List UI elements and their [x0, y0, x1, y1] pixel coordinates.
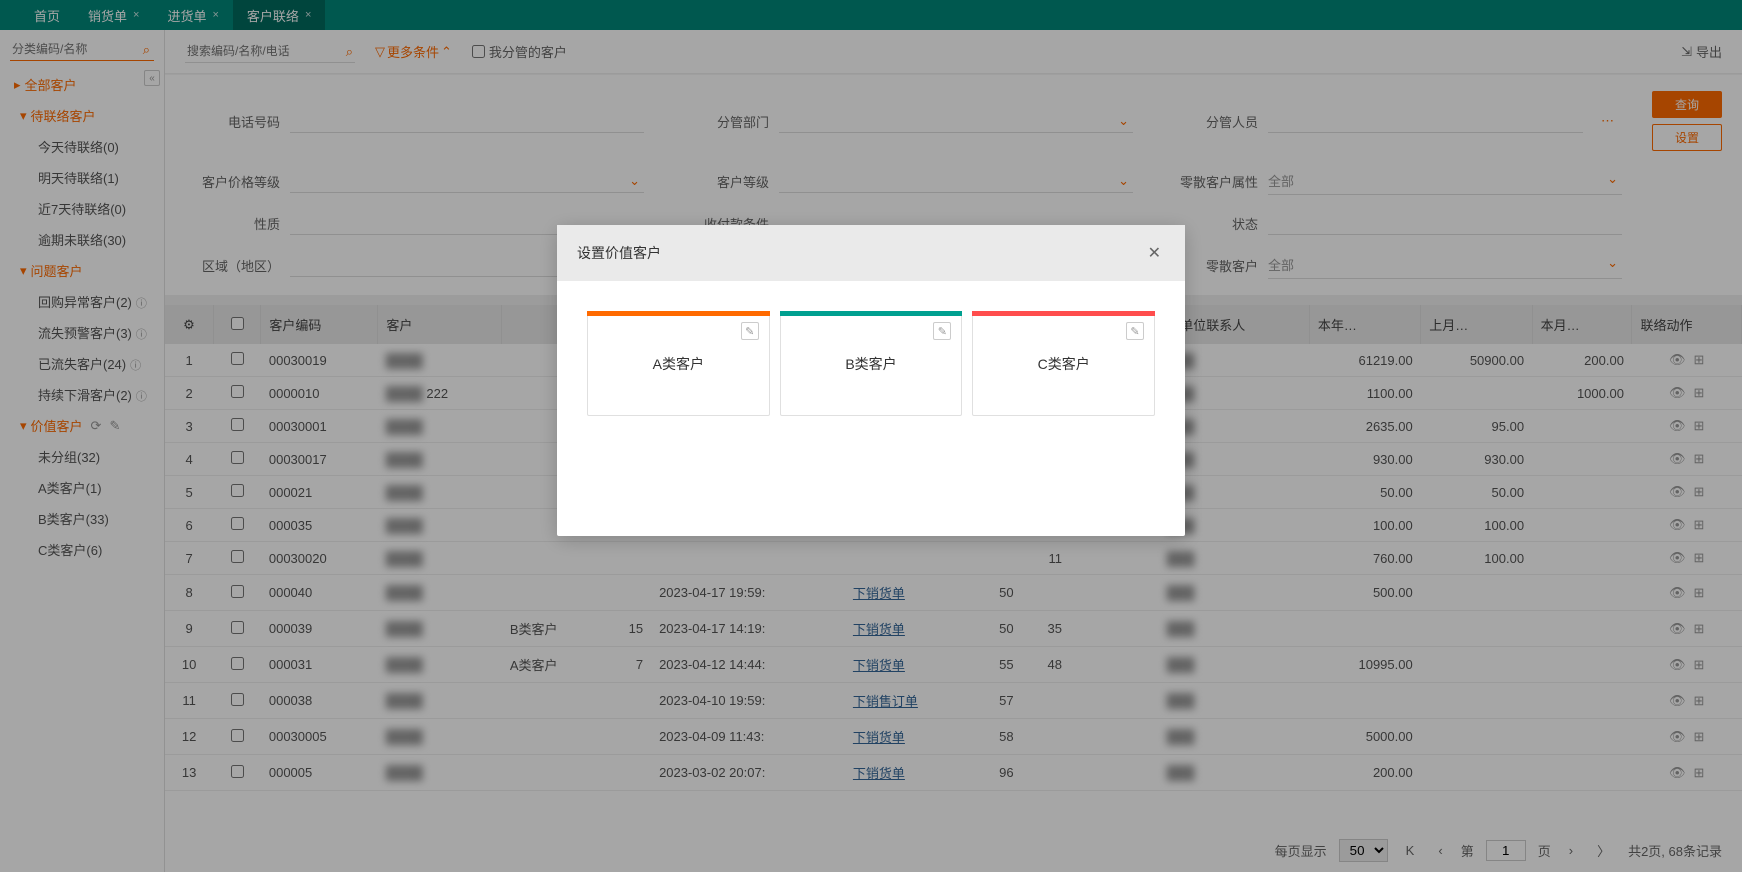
edit-icon[interactable]: ✎: [741, 322, 759, 340]
value-card-c[interactable]: ✎ C类客户: [972, 311, 1155, 416]
card-label: C类客户: [1038, 354, 1090, 374]
value-card-a[interactable]: ✎ A类客户: [587, 311, 770, 416]
close-icon[interactable]: ✕: [1144, 239, 1165, 267]
value-customer-modal: 设置价值客户 ✕ ✎ A类客户 ✎ B类客户 ✎ C类客户: [557, 225, 1185, 536]
card-label: A类客户: [653, 354, 704, 374]
edit-icon[interactable]: ✎: [933, 322, 951, 340]
value-card-b[interactable]: ✎ B类客户: [780, 311, 963, 416]
card-label: B类客户: [845, 354, 896, 374]
modal-overlay[interactable]: 设置价值客户 ✕ ✎ A类客户 ✎ B类客户 ✎ C类客户: [0, 0, 1742, 872]
edit-icon[interactable]: ✎: [1126, 322, 1144, 340]
modal-title: 设置价值客户: [577, 243, 661, 263]
